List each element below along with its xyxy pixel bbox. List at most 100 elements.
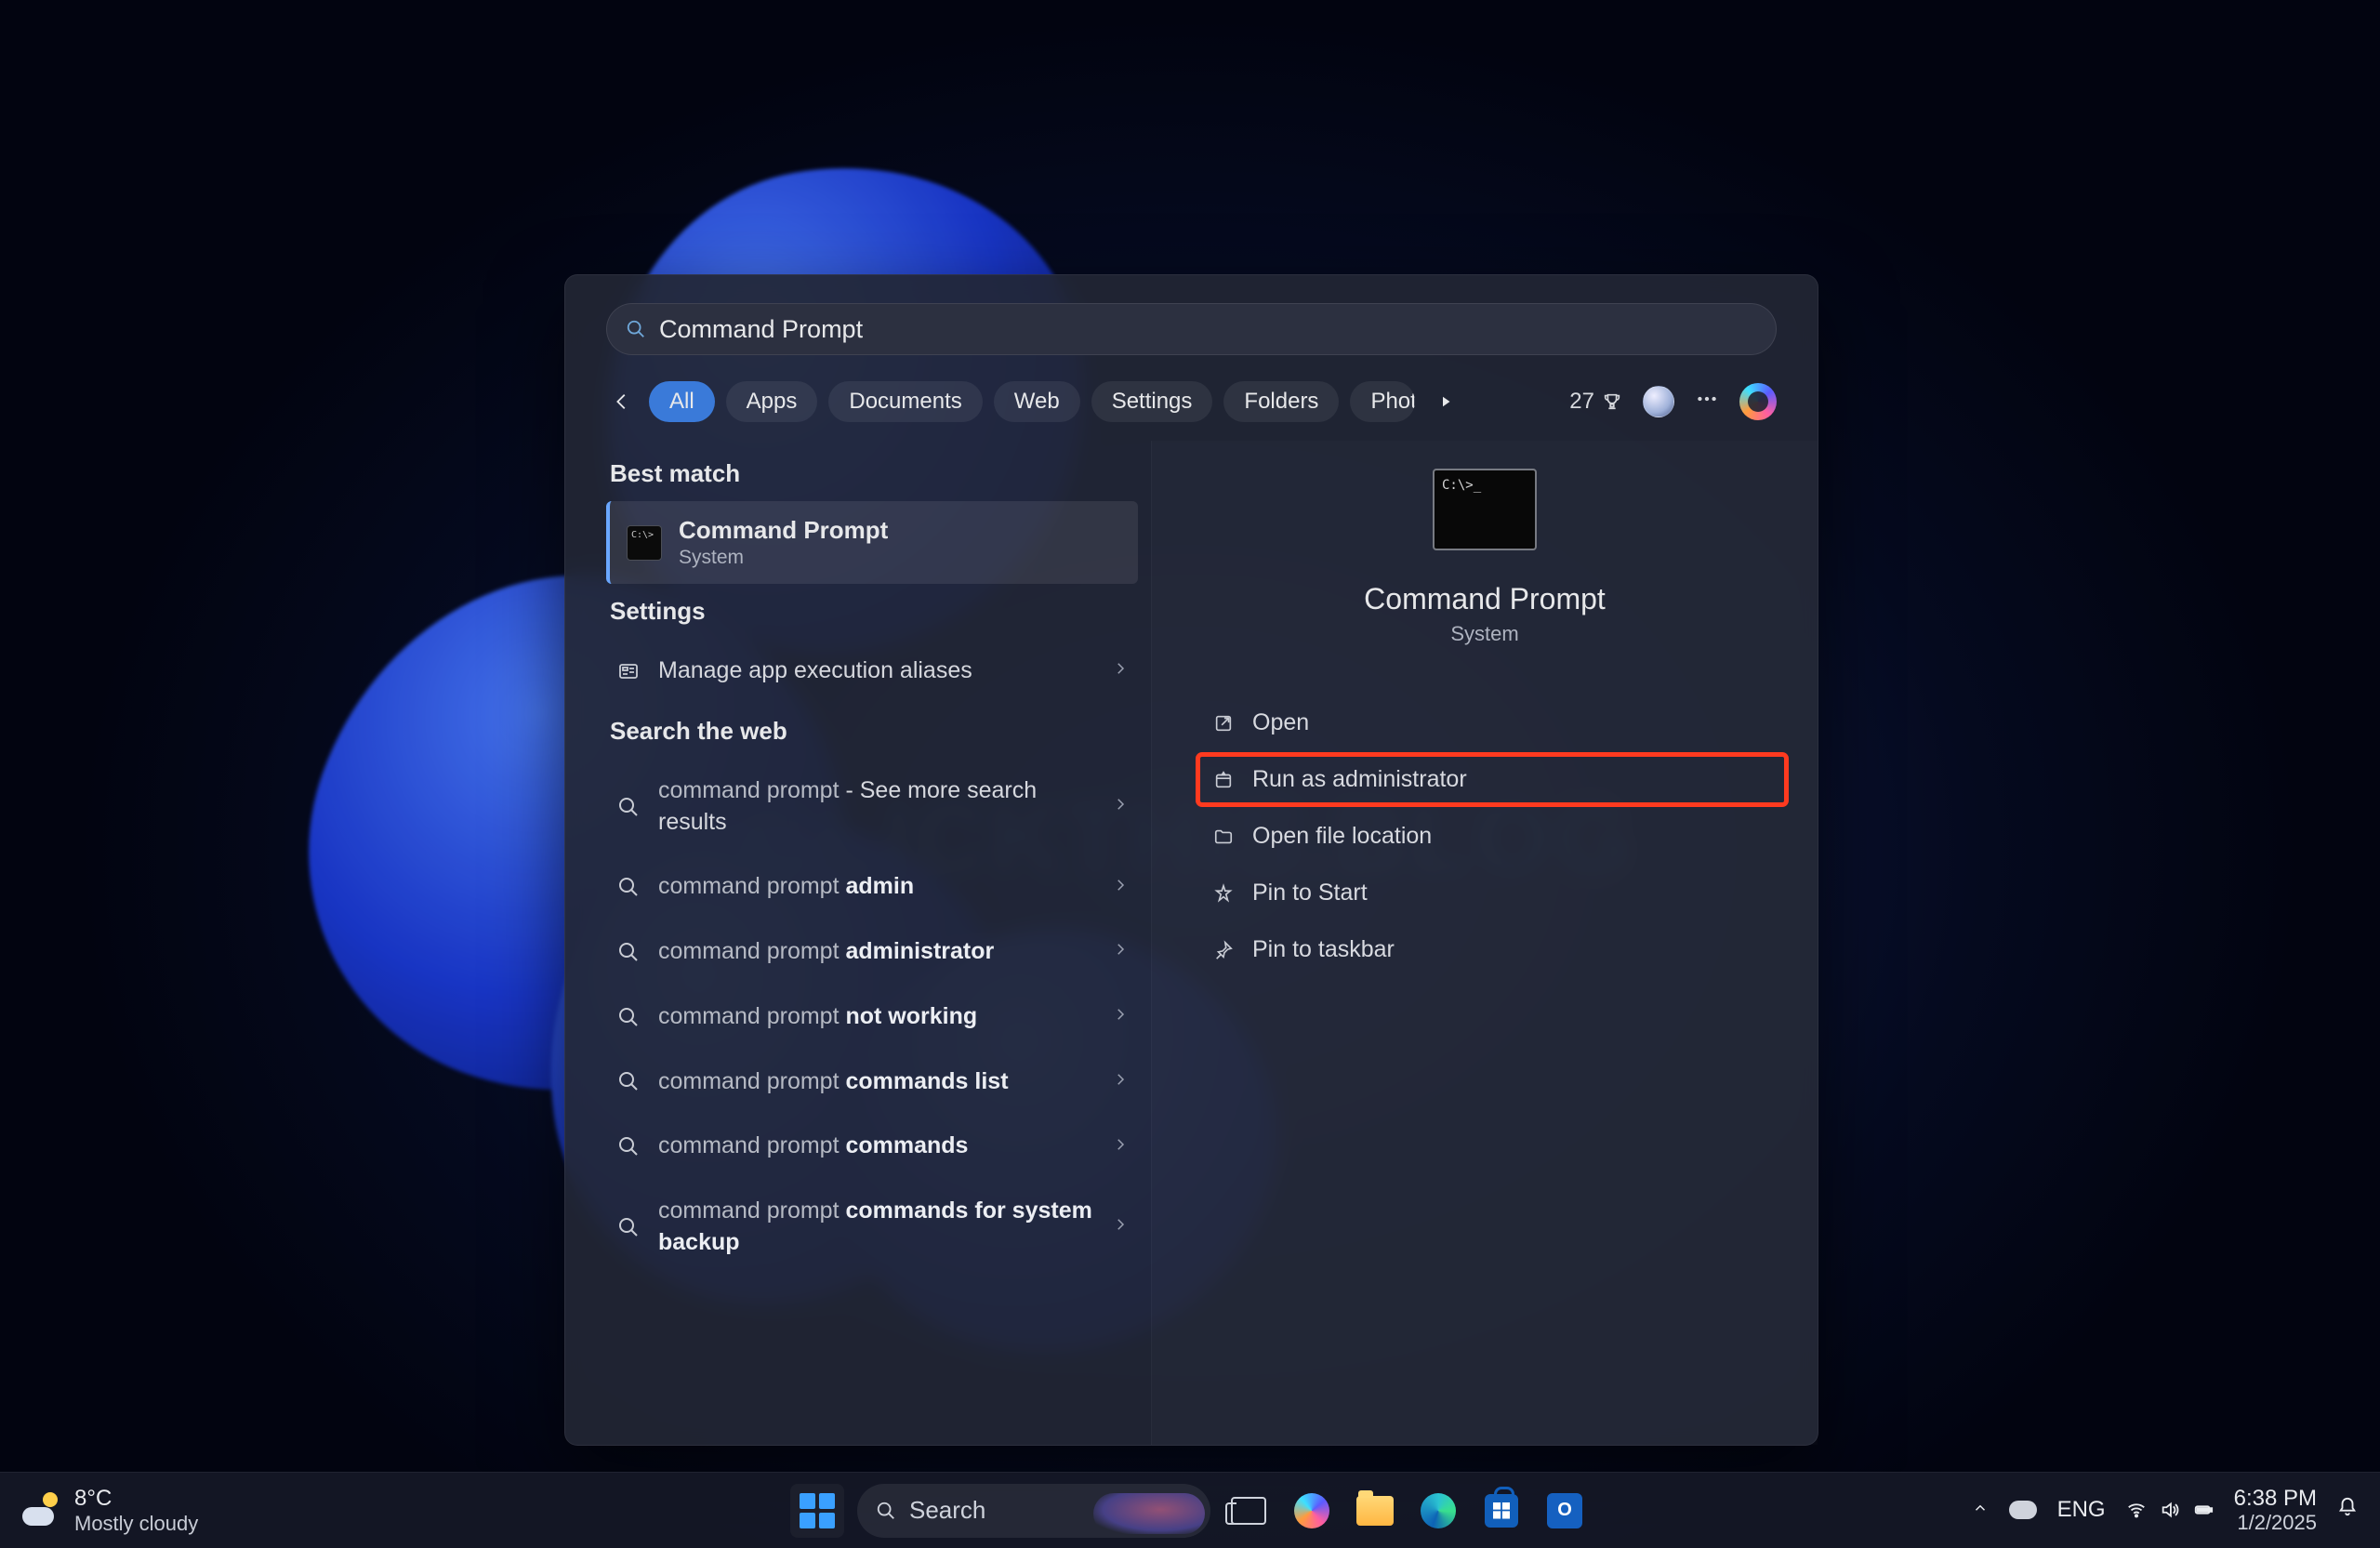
weather-desc: Mostly cloudy [74, 1512, 198, 1535]
action-pin-taskbar[interactable]: Pin to taskbar [1198, 925, 1786, 974]
search-icon [615, 876, 641, 898]
web-result-0[interactable]: command prompt - See more search results [606, 759, 1138, 855]
clock-time: 6:38 PM [2234, 1487, 2317, 1511]
open-loc-icon [1211, 827, 1236, 847]
filter-web[interactable]: Web [994, 381, 1080, 422]
chevron-right-icon [1112, 1006, 1129, 1027]
search-bar[interactable] [606, 303, 1777, 355]
best-match-subtitle: System [679, 547, 888, 569]
heading-settings: Settings [610, 597, 1134, 626]
settings-app-icon [615, 660, 641, 682]
preview-column: Command Prompt System Open Run as adminis… [1151, 441, 1818, 1445]
back-button[interactable] [606, 386, 638, 417]
filter-all[interactable]: All [649, 381, 715, 422]
web-result-2[interactable]: command prompt administrator [606, 920, 1138, 985]
search-icon [615, 1135, 641, 1158]
run-admin-icon [1211, 770, 1236, 790]
rewards-points: 27 [1569, 389, 1594, 415]
search-icon [626, 319, 646, 339]
filter-settings[interactable]: Settings [1091, 381, 1213, 422]
desktop: CLICKTHIS.BLOG All Apps Documents Web Se… [0, 0, 2380, 1548]
pin-taskbar-icon [1211, 940, 1236, 960]
results-column: Best match Command Prompt System Setting… [565, 441, 1151, 1445]
start-button[interactable] [790, 1484, 844, 1538]
web-result-label: command prompt administrator [658, 936, 1095, 968]
web-result-5[interactable]: command prompt commands [606, 1114, 1138, 1179]
filter-row: All Apps Documents Web Settings Folders … [565, 372, 1818, 441]
action-run-admin[interactable]: Run as administrator [1198, 755, 1786, 804]
search-icon [615, 796, 641, 818]
heading-search-web: Search the web [610, 717, 1134, 746]
action-pin-start[interactable]: Pin to Start [1198, 868, 1786, 918]
preview-subtitle: System [1183, 622, 1786, 646]
chevron-right-icon [1112, 1216, 1129, 1237]
account-avatar[interactable] [1643, 386, 1674, 417]
search-input[interactable] [659, 315, 1757, 344]
filters-scroll-right[interactable] [1430, 393, 1461, 410]
battery-icon [2193, 1500, 2214, 1520]
search-icon [615, 941, 641, 963]
microsoft-store-app[interactable] [1476, 1486, 1527, 1536]
start-search-panel: All Apps Documents Web Settings Folders … [564, 274, 1818, 1446]
taskbar: 8°C Mostly cloudy Search O ENG [0, 1472, 2380, 1548]
more-options-button[interactable] [1695, 387, 1719, 417]
web-result-label: command prompt commands list [658, 1066, 1095, 1098]
weather-icon [22, 1490, 61, 1529]
web-result-3[interactable]: command prompt not working [606, 985, 1138, 1050]
open-icon [1211, 713, 1236, 734]
tray-overflow-button[interactable] [1972, 1498, 1989, 1522]
onedrive-tray-icon[interactable] [2009, 1501, 2037, 1519]
taskbar-search[interactable]: Search [857, 1484, 1210, 1538]
outlook-app[interactable]: O [1540, 1486, 1590, 1536]
filter-photos[interactable]: Photos [1350, 381, 1415, 422]
action-open-loc[interactable]: Open file location [1198, 812, 1786, 861]
wifi-icon [2126, 1500, 2147, 1520]
chevron-right-icon [1112, 877, 1129, 898]
web-result-1[interactable]: command prompt admin [606, 854, 1138, 920]
chevron-right-icon [1112, 660, 1129, 681]
filter-apps[interactable]: Apps [726, 381, 818, 422]
volume-icon [2160, 1500, 2180, 1520]
command-prompt-icon [627, 525, 662, 561]
action-label: Pin to taskbar [1252, 936, 1395, 963]
clock-date: 1/2/2025 [2234, 1512, 2317, 1534]
heading-best-match: Best match [610, 459, 1134, 488]
search-icon [615, 1070, 641, 1092]
best-match-title: Command Prompt [679, 516, 888, 545]
trophy-icon [1602, 391, 1622, 412]
system-tray[interactable] [2126, 1500, 2214, 1520]
settings-result-aliases[interactable]: Manage app execution aliases [606, 639, 1138, 704]
action-label: Run as administrator [1252, 766, 1467, 793]
web-result-label: command prompt - See more search results [658, 775, 1095, 839]
action-label: Pin to Start [1252, 880, 1368, 906]
filter-documents[interactable]: Documents [828, 381, 982, 422]
web-result-6[interactable]: command prompt commands for system backu… [606, 1179, 1138, 1276]
taskbar-search-label: Search [909, 1496, 985, 1525]
rewards-button[interactable]: 27 [1569, 389, 1622, 415]
pin-start-icon [1211, 883, 1236, 904]
edge-app[interactable] [1413, 1486, 1463, 1536]
best-match-result[interactable]: Command Prompt System [606, 501, 1138, 584]
task-view-button[interactable] [1223, 1486, 1274, 1536]
preview-app-icon [1433, 469, 1537, 550]
web-result-4[interactable]: command prompt commands list [606, 1050, 1138, 1115]
action-open[interactable]: Open [1198, 698, 1786, 748]
web-result-label: command prompt not working [658, 1001, 1095, 1033]
chevron-right-icon [1112, 1071, 1129, 1092]
bell-icon [2337, 1497, 2358, 1517]
chevron-right-icon [1112, 796, 1129, 817]
action-label: Open file location [1252, 823, 1432, 850]
copilot-button[interactable] [1739, 383, 1777, 420]
file-explorer-app[interactable] [1350, 1486, 1400, 1536]
search-icon [615, 1216, 641, 1238]
notifications-button[interactable] [2337, 1497, 2358, 1523]
preview-title: Command Prompt [1183, 582, 1786, 616]
web-result-label: command prompt admin [658, 871, 1095, 903]
search-icon [615, 1006, 641, 1028]
clock[interactable]: 6:38 PM 1/2/2025 [2234, 1487, 2317, 1534]
search-icon [876, 1501, 896, 1521]
filter-folders[interactable]: Folders [1223, 381, 1339, 422]
language-indicator[interactable]: ENG [2057, 1497, 2106, 1523]
copilot-app[interactable] [1287, 1486, 1337, 1536]
weather-widget[interactable]: 8°C Mostly cloudy [22, 1486, 198, 1535]
